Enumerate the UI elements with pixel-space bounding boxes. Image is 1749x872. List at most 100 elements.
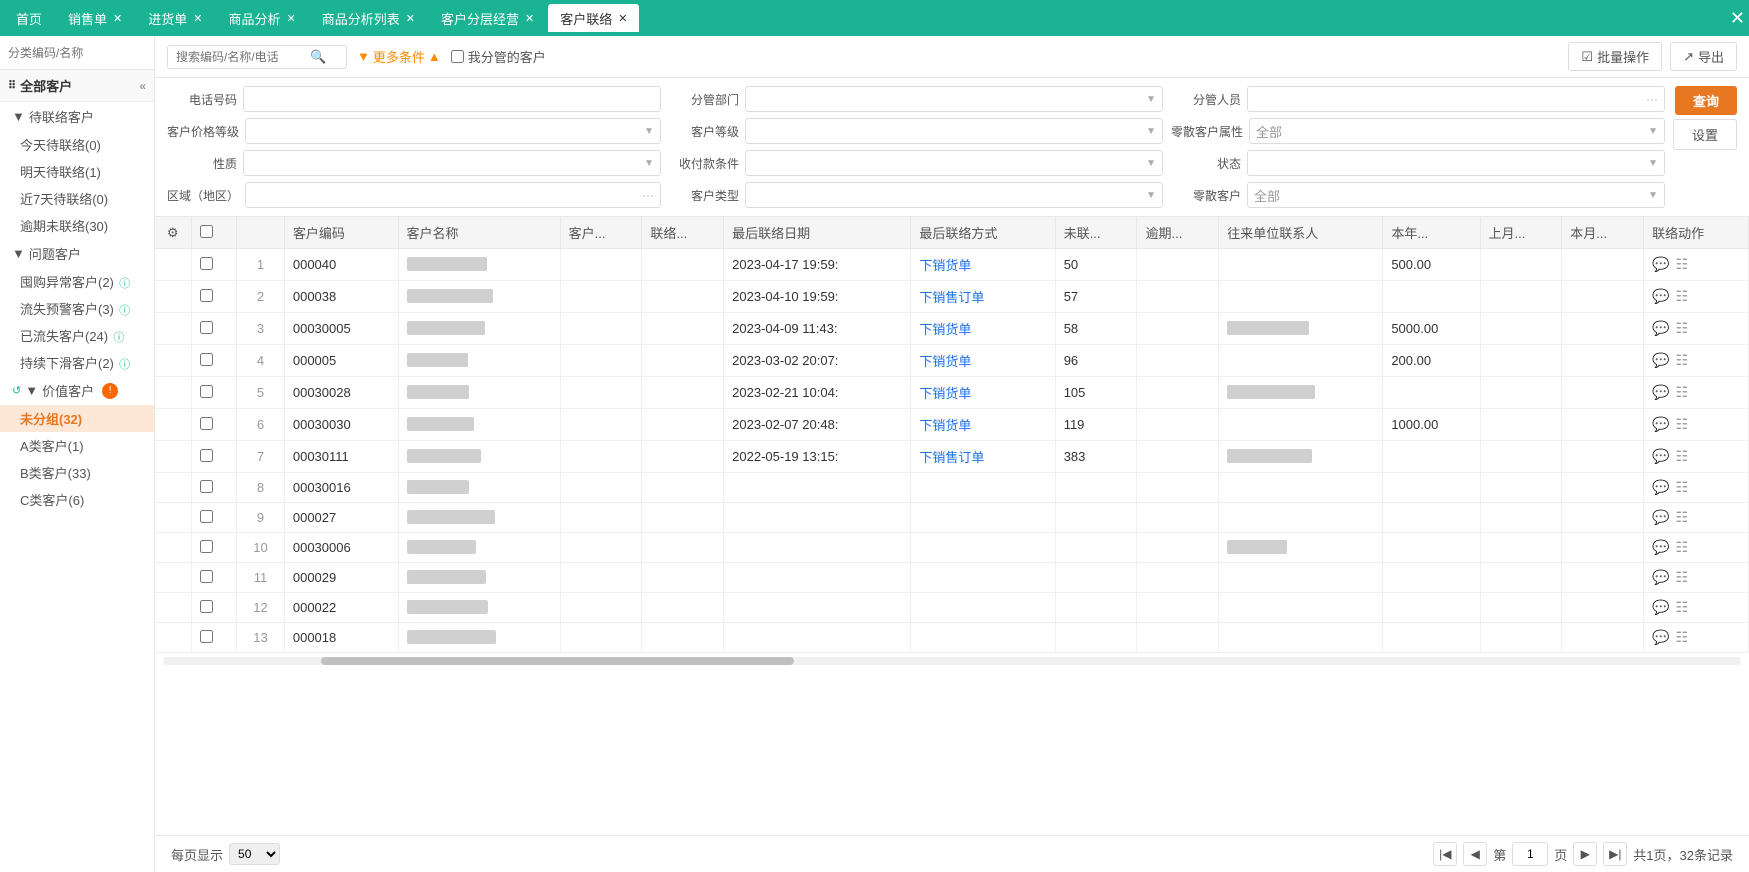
my-customers-checkbox[interactable]: 我分管的客户: [451, 47, 546, 66]
table-checkbox-col[interactable]: [191, 217, 237, 249]
table-code-col[interactable]: 客户编码: [284, 217, 398, 249]
row-checkbox[interactable]: [191, 473, 237, 503]
row-last-contact-method[interactable]: 下销货单: [911, 377, 1055, 409]
sidebar-all-customers[interactable]: ⠿ 全部客户 «: [0, 70, 154, 102]
table-contact-col[interactable]: 联络...: [642, 217, 724, 249]
sidebar-item-tomorrow[interactable]: 明天待联络(1): [0, 158, 154, 185]
contact-method-link[interactable]: 下销货单: [919, 418, 971, 433]
chat-icon[interactable]: 💬: [1652, 448, 1669, 465]
row-last-contact-method[interactable]: 下销货单: [911, 409, 1055, 441]
table-last-contact-date-col[interactable]: 最后联络日期: [724, 217, 911, 249]
tab-sales[interactable]: 销售单 ✕: [56, 4, 134, 32]
grid-action-icon[interactable]: ☷: [1676, 509, 1689, 526]
tab-customer-tier-close[interactable]: ✕: [525, 12, 534, 25]
row-last-contact-method[interactable]: 下销货单: [911, 313, 1055, 345]
row-checkbox[interactable]: [191, 409, 237, 441]
grid-action-icon[interactable]: ☷: [1676, 320, 1689, 337]
table-last-month-col[interactable]: 上月...: [1480, 217, 1562, 249]
contact-method-link[interactable]: 下销货单: [919, 322, 971, 337]
sidebar-item-7days[interactable]: 近7天待联络(0): [0, 185, 154, 212]
sidebar-item-class-c[interactable]: C类客户(6): [0, 486, 154, 513]
row-checkbox[interactable]: [191, 249, 237, 281]
grid-action-icon[interactable]: ☷: [1676, 539, 1689, 556]
tab-product-analysis-list[interactable]: 商品分析列表 ✕: [310, 4, 427, 32]
tab-customer-contact-close[interactable]: ✕: [618, 12, 627, 25]
grid-action-icon[interactable]: ☷: [1676, 288, 1689, 305]
tab-home[interactable]: 首页: [4, 4, 54, 32]
chat-icon[interactable]: 💬: [1652, 569, 1669, 586]
per-page-select[interactable]: 50 100 200: [229, 843, 280, 865]
table-this-month-col[interactable]: 本月...: [1562, 217, 1644, 249]
prev-page-btn[interactable]: ◀: [1463, 842, 1487, 866]
sidebar-item-churn-warning[interactable]: 流失预警客户(3) ⓘ: [0, 295, 154, 322]
filter-customer-type-select[interactable]: ▼: [745, 182, 1163, 208]
chat-icon[interactable]: 💬: [1652, 416, 1669, 433]
search-icon[interactable]: 🔍: [310, 49, 326, 65]
grid-action-icon[interactable]: ☷: [1676, 569, 1689, 586]
batch-ops-button[interactable]: ☑ 批量操作: [1568, 42, 1662, 71]
tab-customer-tier[interactable]: 客户分层经营 ✕: [429, 4, 546, 32]
chat-icon[interactable]: 💬: [1652, 288, 1669, 305]
select-all-checkbox[interactable]: [200, 225, 213, 238]
window-close-icon[interactable]: ✕: [1730, 8, 1745, 29]
my-customers-check[interactable]: [451, 50, 464, 63]
row-checkbox[interactable]: [191, 313, 237, 345]
tab-sales-close[interactable]: ✕: [113, 12, 122, 25]
chat-icon[interactable]: 💬: [1652, 629, 1669, 646]
more-conditions-btn[interactable]: ▼ 更多条件 ▲: [357, 47, 441, 66]
sidebar-group-value[interactable]: ↺ ▼ 价值客户 !: [0, 376, 154, 405]
tab-product-analysis[interactable]: 商品分析 ✕: [216, 4, 307, 32]
chat-icon[interactable]: 💬: [1652, 599, 1669, 616]
contact-method-link[interactable]: 下销货单: [919, 386, 971, 401]
filter-dept-select[interactable]: ▼: [745, 86, 1163, 112]
grid-action-icon[interactable]: ☷: [1676, 416, 1689, 433]
collapse-icon[interactable]: «: [139, 79, 146, 93]
contact-method-link[interactable]: 下销货单: [919, 354, 971, 369]
grid-action-icon[interactable]: ☷: [1676, 352, 1689, 369]
contact-method-link[interactable]: 下销售订单: [919, 290, 984, 305]
grid-action-icon[interactable]: ☷: [1676, 384, 1689, 401]
tab-purchase[interactable]: 进货单 ✕: [136, 4, 214, 32]
sidebar-item-today[interactable]: 今天待联络(0): [0, 131, 154, 158]
sidebar-item-class-b[interactable]: B类客户(33): [0, 459, 154, 486]
query-button[interactable]: 查询: [1675, 86, 1737, 115]
row-checkbox[interactable]: [191, 533, 237, 563]
row-last-contact-method[interactable]: 下销货单: [911, 249, 1055, 281]
table-type-col[interactable]: 客户...: [560, 217, 642, 249]
grid-action-icon[interactable]: ☷: [1676, 479, 1689, 496]
sidebar-item-class-a[interactable]: A类客户(1): [0, 432, 154, 459]
page-input[interactable]: [1512, 842, 1548, 866]
filter-phone-input[interactable]: [243, 86, 661, 112]
row-checkbox[interactable]: [191, 563, 237, 593]
tab-product-analysis-list-close[interactable]: ✕: [406, 12, 415, 25]
grid-action-icon[interactable]: ☷: [1676, 629, 1689, 646]
row-checkbox[interactable]: [191, 593, 237, 623]
grid-action-icon[interactable]: ☷: [1676, 599, 1689, 616]
sidebar-item-overdue[interactable]: 逾期未联络(30): [0, 212, 154, 239]
tab-product-analysis-close[interactable]: ✕: [287, 12, 296, 25]
table-name-col[interactable]: 客户名称: [398, 217, 560, 249]
contact-method-link[interactable]: 下销售订单: [919, 450, 984, 465]
row-checkbox[interactable]: [191, 623, 237, 653]
next-page-btn[interactable]: ▶: [1573, 842, 1597, 866]
chat-icon[interactable]: 💬: [1652, 384, 1669, 401]
filter-nature-select[interactable]: ▼: [243, 150, 661, 176]
sidebar-item-churned[interactable]: 已流失客户(24) ⓘ: [0, 322, 154, 349]
sidebar-item-ungroup[interactable]: 未分组(32): [0, 405, 154, 432]
chat-icon[interactable]: 💬: [1652, 352, 1669, 369]
chat-icon[interactable]: 💬: [1652, 320, 1669, 337]
table-no-contact-col[interactable]: 未联...: [1055, 217, 1137, 249]
chat-icon[interactable]: 💬: [1652, 479, 1669, 496]
filter-scatter-attr-select[interactable]: 全部 ▼: [1249, 118, 1665, 144]
sidebar-search-input[interactable]: [8, 46, 155, 60]
row-checkbox[interactable]: [191, 281, 237, 313]
tab-customer-contact[interactable]: 客户联络 ✕: [548, 4, 639, 32]
tab-purchase-close[interactable]: ✕: [193, 12, 202, 25]
table-company-contact-col[interactable]: 往来单位联系人: [1219, 217, 1383, 249]
table-this-year-col[interactable]: 本年...: [1383, 217, 1480, 249]
grid-action-icon[interactable]: ☷: [1676, 256, 1689, 273]
row-last-contact-method[interactable]: 下销售订单: [911, 441, 1055, 473]
sidebar-group-problem[interactable]: ▼ 问题客户: [0, 239, 154, 268]
reset-button[interactable]: 设置: [1673, 119, 1737, 150]
first-page-btn[interactable]: |◀: [1433, 842, 1457, 866]
